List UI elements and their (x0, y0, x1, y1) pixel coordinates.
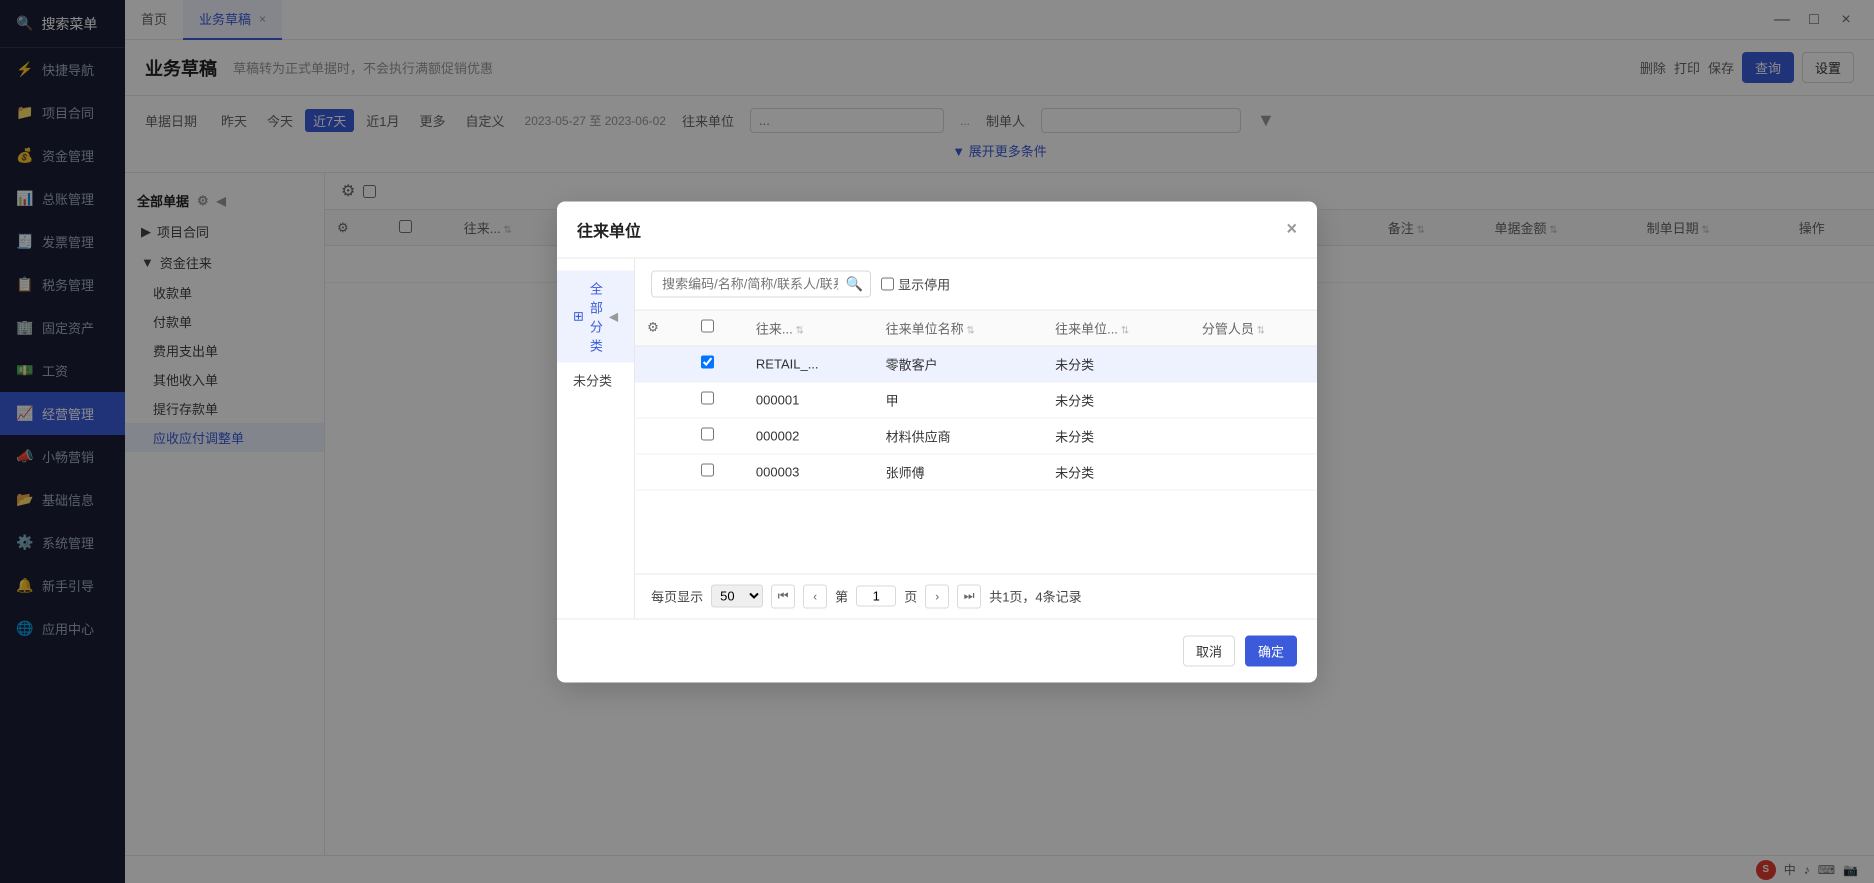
row-code-1: RETAIL_... (744, 346, 874, 382)
row-code-3: 000002 (744, 418, 874, 454)
modal-header: 往来单位 × (557, 201, 1317, 258)
row-category-1: 未分类 (1043, 346, 1190, 382)
modal-title: 往来单位 (577, 217, 641, 241)
row-checkbox-2[interactable] (701, 392, 714, 405)
row-checkbox-3[interactable] (701, 428, 714, 441)
cancel-button[interactable]: 取消 (1183, 635, 1235, 666)
row-checkbox (689, 454, 744, 490)
modal-table-row[interactable]: RETAIL_... 零散客户 未分类 (635, 346, 1317, 382)
show-disabled-label[interactable]: 显示停用 (881, 274, 950, 293)
total-label: 共1页，4条记录 (989, 587, 1081, 606)
prev-page-btn[interactable]: ‹ (803, 584, 827, 608)
row-settings (635, 418, 688, 454)
modal-col-settings: ⚙ (635, 310, 688, 346)
row-settings (635, 454, 688, 490)
counterpart-search-input[interactable] (651, 270, 871, 297)
last-page-btn[interactable]: ⏭ (957, 584, 981, 608)
modal-sidebar-all-label: 全部分类 (590, 278, 603, 354)
modal-col-category[interactable]: 往来单位... (1043, 310, 1190, 346)
row-name-2: 甲 (874, 382, 1043, 418)
row-manager-2 (1190, 382, 1317, 418)
modal-header-checkbox[interactable] (701, 320, 714, 333)
modal-body: ⊞ 全部分类 ◀ 未分类 🔍 显示停用 (557, 258, 1317, 618)
modal-table: ⚙ 往来... 往来单位名称 往来单位... 分管人员 客户价格... (635, 310, 1317, 490)
row-code-4: 000003 (744, 454, 874, 490)
page-size-select[interactable]: 50 20 100 (711, 585, 763, 608)
counterpart-modal: 往来单位 × ⊞ 全部分类 ◀ 未分类 🔍 (557, 201, 1317, 682)
row-category-2: 未分类 (1043, 382, 1190, 418)
row-code-2: 000001 (744, 382, 874, 418)
modal-col-code[interactable]: 往来... (744, 310, 874, 346)
row-settings (635, 346, 688, 382)
modal-sidebar-unclassified-label: 未分类 (573, 370, 612, 389)
modal-table-row[interactable]: 000001 甲 未分类 (635, 382, 1317, 418)
next-page-btn[interactable]: › (925, 584, 949, 608)
row-name-4: 张师傅 (874, 454, 1043, 490)
row-manager-4 (1190, 454, 1317, 490)
modal-main: 🔍 显示停用 + 新增往来单位 ⚙ 往来... (635, 258, 1317, 618)
page-label-prefix: 第 (835, 587, 848, 606)
page-size-label: 每页显示 (651, 587, 703, 606)
row-category-3: 未分类 (1043, 418, 1190, 454)
modal-close-btn[interactable]: × (1286, 219, 1297, 240)
confirm-button[interactable]: 确定 (1245, 635, 1297, 666)
row-checkbox (689, 418, 744, 454)
page-number-input[interactable] (856, 586, 896, 607)
row-checkbox-4[interactable] (701, 464, 714, 477)
modal-footer: 取消 确定 (557, 618, 1317, 682)
search-icon: 🔍 (846, 275, 863, 292)
row-name-1: 零散客户 (874, 346, 1043, 382)
modal-sidebar-unclassified[interactable]: 未分类 (557, 362, 634, 397)
modal-table-wrap: ⚙ 往来... 往来单位名称 往来单位... 分管人员 客户价格... (635, 310, 1317, 565)
first-page-btn[interactable]: ⏮ (771, 584, 795, 608)
row-checkbox (689, 382, 744, 418)
row-manager-3 (1190, 418, 1317, 454)
modal-layout: ⊞ 全部分类 ◀ 未分类 🔍 显示停用 (557, 258, 1317, 618)
row-checkbox (689, 346, 744, 382)
modal-col-manager[interactable]: 分管人员 (1190, 310, 1317, 346)
row-category-4: 未分类 (1043, 454, 1190, 490)
modal-col-name[interactable]: 往来单位名称 (874, 310, 1043, 346)
modal-table-row[interactable]: 000003 张师傅 未分类 (635, 454, 1317, 490)
row-name-3: 材料供应商 (874, 418, 1043, 454)
modal-col-checkbox (689, 310, 744, 346)
modal-pagination: 每页显示 50 20 100 ⏮ ‹ 第 页 › ⏭ 共1页，4条记录 (635, 573, 1317, 618)
horizontal-scrollbar[interactable] (651, 565, 1317, 573)
row-checkbox-1[interactable] (701, 356, 714, 369)
grid-icon: ⊞ (573, 308, 584, 324)
show-disabled-text: 显示停用 (898, 274, 950, 293)
modal-sidebar-collapse-icon[interactable]: ◀ (609, 309, 618, 323)
modal-toolbar: 🔍 显示停用 + 新增往来单位 (635, 258, 1317, 310)
modal-table-row[interactable]: 000002 材料供应商 未分类 (635, 418, 1317, 454)
modal-sidebar: ⊞ 全部分类 ◀ 未分类 (557, 258, 635, 618)
page-label-suffix: 页 (904, 587, 917, 606)
row-settings (635, 382, 688, 418)
search-wrap: 🔍 (651, 270, 871, 297)
modal-sidebar-all[interactable]: ⊞ 全部分类 ◀ (557, 270, 634, 362)
row-manager-1 (1190, 346, 1317, 382)
show-disabled-checkbox[interactable] (881, 277, 894, 290)
